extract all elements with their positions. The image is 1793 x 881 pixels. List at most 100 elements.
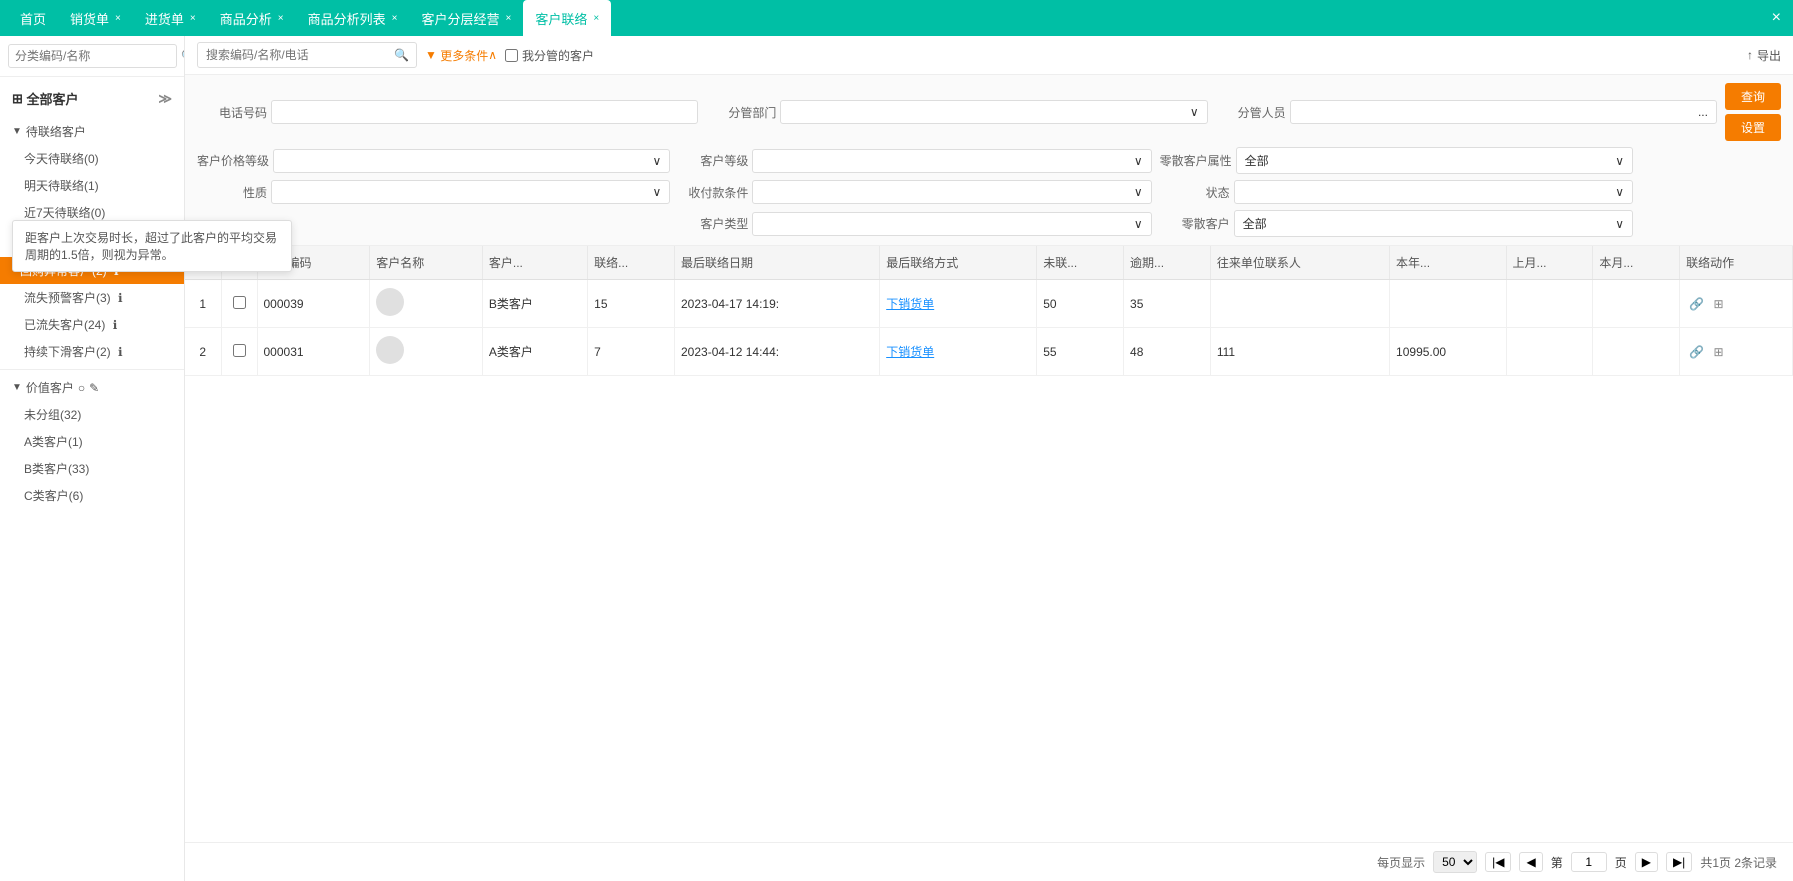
th-actions: 联络动作 bbox=[1680, 246, 1793, 280]
edit-icon[interactable]: ✎ bbox=[89, 381, 99, 395]
row-2-year: 10995.00 bbox=[1390, 328, 1506, 376]
close-customer-tier-tab[interactable]: × bbox=[505, 13, 511, 24]
prev-page-button[interactable]: ◀ bbox=[1519, 852, 1542, 872]
per-page-select[interactable]: 50 bbox=[1433, 851, 1477, 873]
next-page-button[interactable]: ▶ bbox=[1635, 852, 1658, 872]
first-page-button[interactable]: |◀ bbox=[1485, 852, 1511, 872]
row-1-last-date: 2023-04-17 14:19: bbox=[675, 280, 880, 328]
export-icon: ↑ bbox=[1747, 48, 1753, 62]
all-customers-title[interactable]: ⊞ 全部客户 ≫ bbox=[0, 83, 184, 114]
last-page-button[interactable]: ▶| bbox=[1666, 852, 1692, 872]
row-1-method-link[interactable]: 下销货单 bbox=[886, 297, 934, 311]
th-unlabeled: 未联... bbox=[1037, 246, 1124, 280]
page-label: 第 bbox=[1551, 854, 1563, 871]
close-all-tabs[interactable]: × bbox=[1772, 9, 1781, 27]
row-1-grid-icon[interactable]: ⊞ bbox=[1713, 297, 1723, 311]
customer-type-group: 客户类型 ∨ bbox=[678, 212, 1151, 236]
arrow-icon-value: ▼ bbox=[12, 382, 22, 393]
close-product-analysis-tab[interactable]: × bbox=[278, 13, 284, 24]
row-2-name bbox=[370, 328, 483, 376]
sidebar-item-declining[interactable]: 持续下滑客户(2) ℹ bbox=[0, 338, 184, 365]
search-icon[interactable]: 🔍 bbox=[394, 48, 409, 62]
manager-label: 分管人员 bbox=[1216, 104, 1286, 121]
my-customers-check[interactable] bbox=[505, 49, 518, 62]
search-input[interactable] bbox=[197, 42, 417, 68]
customer-level-group: 客户等级 ∨ bbox=[678, 149, 1151, 173]
chevron-up-icon: ∧ bbox=[488, 48, 497, 62]
info-icon-declining: ℹ bbox=[118, 345, 123, 359]
customer-level-label: 客户等级 bbox=[678, 152, 748, 169]
sidebar-item-tomorrow[interactable]: 明天待联络(1) bbox=[0, 172, 184, 199]
collapse-sidebar-button[interactable]: ≫ bbox=[158, 91, 172, 107]
close-customer-contact-tab[interactable]: × bbox=[593, 13, 599, 24]
export-button[interactable]: ↑ 导出 bbox=[1747, 47, 1781, 64]
row-num-1: 1 bbox=[185, 280, 221, 328]
pending-contact-title[interactable]: ▼ 待联络客户 bbox=[0, 118, 184, 145]
settings-button[interactable]: 设置 bbox=[1725, 114, 1781, 141]
avatar-1 bbox=[376, 288, 404, 316]
retail-customer-select[interactable]: 全部 ∨ bbox=[1234, 210, 1633, 237]
th-current-year: 本年... bbox=[1390, 246, 1506, 280]
gender-select[interactable]: ∨ bbox=[271, 180, 670, 204]
row-1-link-icon[interactable]: 🔗 bbox=[1689, 297, 1704, 311]
sidebar-item-c-class[interactable]: C类客户(6) bbox=[0, 482, 184, 509]
more-conditions-button[interactable]: ▼ 更多条件 ∧ bbox=[425, 47, 497, 64]
query-button[interactable]: 查询 bbox=[1725, 83, 1781, 110]
nav-item-product-analysis[interactable]: 商品分析 × bbox=[208, 0, 296, 36]
phone-label: 电话号码 bbox=[197, 104, 267, 121]
nav-item-home[interactable]: 首页 bbox=[8, 0, 58, 36]
row-1-unlabeled: 50 bbox=[1037, 280, 1124, 328]
nav-item-purchase[interactable]: 进货单 × bbox=[133, 0, 208, 36]
chevron-down-icon-level: ∨ bbox=[1134, 154, 1143, 168]
price-level-select[interactable]: ∨ bbox=[273, 149, 670, 173]
row-1-type: B类客户 bbox=[482, 280, 587, 328]
th-contact-person: 往来单位联系人 bbox=[1210, 246, 1389, 280]
th-overdue: 逾期... bbox=[1124, 246, 1211, 280]
filter-row-1: 电话号码 分管部门 ∨ 分管人员 ... bbox=[197, 83, 1781, 141]
retail-attr-label: 零散客户属性 bbox=[1160, 152, 1232, 169]
payment-select[interactable]: ∨ bbox=[752, 180, 1151, 204]
status-select[interactable]: ∨ bbox=[1234, 180, 1633, 204]
row-1-last-month bbox=[1506, 280, 1593, 328]
total-info: 共1页 2条记录 bbox=[1700, 854, 1777, 871]
sidebar-item-a-class[interactable]: A类客户(1) bbox=[0, 428, 184, 455]
close-purchase-tab[interactable]: × bbox=[190, 13, 196, 24]
sidebar-item-ungroup[interactable]: 未分组(32) bbox=[0, 401, 184, 428]
dept-select[interactable]: ∨ bbox=[780, 100, 1207, 124]
table-scroll-wrapper[interactable]: ⚙ 客户编码 客户名称 客户... 联络... 最后联络日期 最后联络方式 未联… bbox=[185, 246, 1793, 842]
customer-level-select[interactable]: ∨ bbox=[752, 149, 1151, 173]
retail-attr-select[interactable]: 全部 ∨ bbox=[1236, 147, 1633, 174]
row-1-checkbox[interactable] bbox=[233, 296, 246, 309]
value-customer-title[interactable]: ▼ 价值客户 ○ ✎ bbox=[0, 374, 184, 401]
avatar-2 bbox=[376, 336, 404, 364]
my-customers-checkbox[interactable]: 我分管的客户 bbox=[505, 47, 594, 64]
customer-type-select[interactable]: ∨ bbox=[752, 212, 1151, 236]
retail-customer-label: 零散客户 bbox=[1160, 215, 1230, 232]
page-input[interactable] bbox=[1571, 852, 1607, 872]
repurchase-tooltip: 距客户上次交易时长，超过了此客户的平均交易周期的1.5倍，则视为异常。 bbox=[12, 220, 184, 272]
sidebar-item-today[interactable]: 今天待联络(0) bbox=[0, 145, 184, 172]
phone-input[interactable] bbox=[271, 100, 698, 124]
filter-row-3: 性质 ∨ 收付款条件 ∨ 状态 bbox=[197, 180, 1781, 204]
extended-filters: 电话号码 分管部门 ∨ 分管人员 ... bbox=[185, 75, 1793, 246]
row-2-link-icon[interactable]: 🔗 bbox=[1689, 345, 1704, 359]
row-2-unlabeled: 55 bbox=[1037, 328, 1124, 376]
close-product-list-tab[interactable]: × bbox=[392, 13, 398, 24]
action-buttons: 查询 设置 bbox=[1725, 83, 1781, 141]
sidebar-item-b-class[interactable]: B类客户(33) bbox=[0, 455, 184, 482]
manager-select[interactable]: ... bbox=[1290, 100, 1717, 124]
row-2-grid-icon[interactable]: ⊞ bbox=[1713, 345, 1723, 359]
sidebar-item-lost-preview[interactable]: 流失预警客户(3) ℹ bbox=[0, 284, 184, 311]
close-sales-tab[interactable]: × bbox=[115, 13, 121, 24]
row-2-checkbox[interactable] bbox=[233, 344, 246, 357]
nav-item-customer-tier[interactable]: 客户分层经营 × bbox=[409, 0, 523, 36]
retail-attr-group: 零散客户属性 全部 ∨ bbox=[1160, 147, 1633, 174]
nav-item-product-list[interactable]: 商品分析列表 × bbox=[296, 0, 410, 36]
row-2-method-link[interactable]: 下销货单 bbox=[886, 345, 934, 359]
price-level-group: 客户价格等级 ∨ bbox=[197, 149, 670, 173]
nav-item-sales[interactable]: 销货单 × bbox=[58, 0, 133, 36]
th-last-contact-date: 最后联络日期 bbox=[675, 246, 880, 280]
sidebar-item-already-lost[interactable]: 已流失客户(24) ℹ bbox=[0, 311, 184, 338]
nav-item-customer-contact[interactable]: 客户联络 × bbox=[523, 0, 611, 36]
sidebar-search-input[interactable] bbox=[8, 44, 177, 68]
